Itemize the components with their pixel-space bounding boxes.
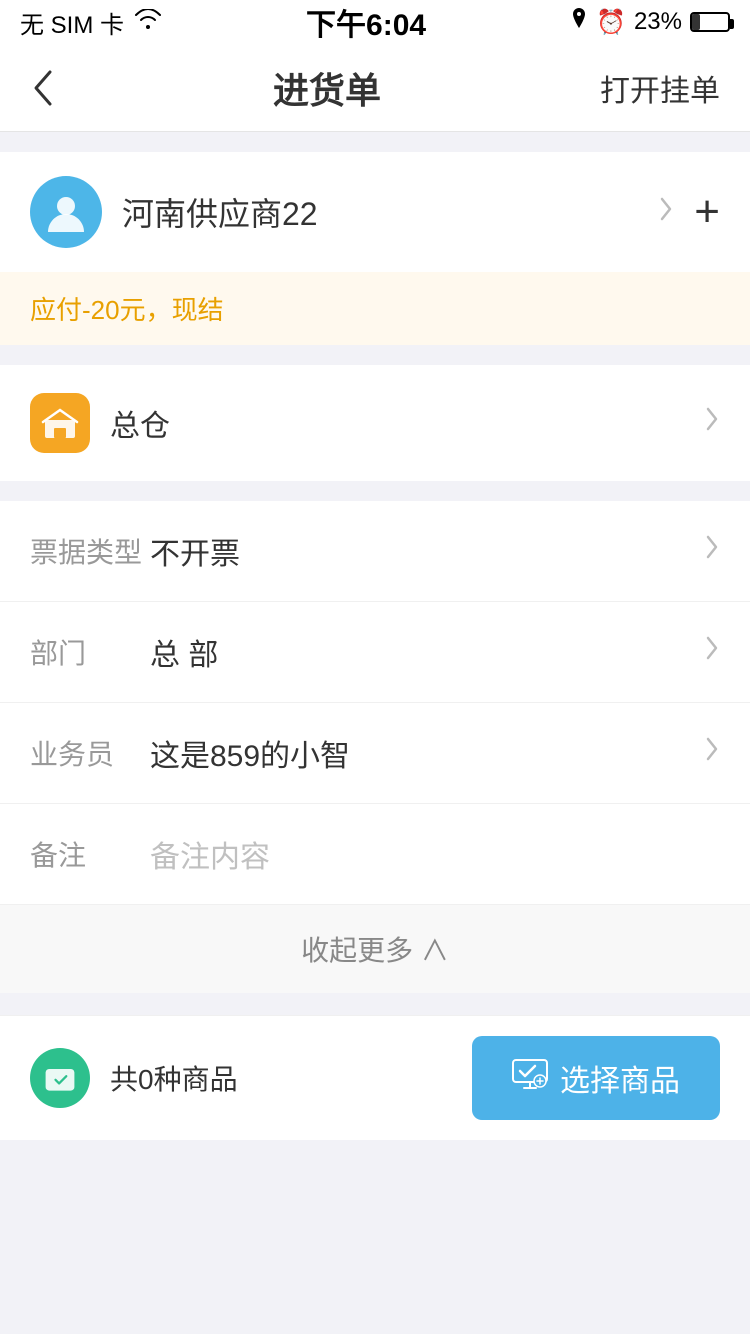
invoice-type-row[interactable]: 票据类型 不开票 <box>0 501 750 601</box>
supplier-row: 河南供应商22 + <box>0 152 750 272</box>
remark-label: 备注 <box>30 834 150 874</box>
bottom-bar: 共0种商品 选择商品 <box>0 1015 750 1140</box>
department-label: 部门 <box>30 632 150 672</box>
collapse-label: 收起更多 ∧ <box>301 929 449 969</box>
notice-bar: 应付-20元，现结 <box>0 272 750 345</box>
supplier-name[interactable]: 河南供应商22 <box>122 189 658 235</box>
department-chevron-icon <box>704 634 720 670</box>
salesperson-row[interactable]: 业务员 这是859的小智 <box>0 702 750 803</box>
department-value: 总 部 <box>150 630 704 674</box>
wifi-icon <box>134 8 162 36</box>
form-card: 票据类型 不开票 部门 总 部 业务员 这是859的小智 备注 备注内容 <box>0 501 750 993</box>
gap-2 <box>0 345 750 365</box>
product-count-label: 共0种商品 <box>110 1058 238 1098</box>
location-icon <box>570 8 588 37</box>
select-product-icon <box>512 1059 548 1097</box>
product-count-icon <box>30 1048 90 1108</box>
warehouse-card: 总仓 <box>0 365 750 481</box>
invoice-type-value: 不开票 <box>150 529 704 573</box>
salesperson-label: 业务员 <box>30 733 150 773</box>
gap-1 <box>0 132 750 152</box>
battery-percent: 23% <box>634 8 682 36</box>
product-count-area: 共0种商品 <box>30 1048 238 1108</box>
warehouse-name: 总仓 <box>110 401 704 445</box>
notice-text: 应付-20元，现结 <box>30 295 224 325</box>
gap-4 <box>0 993 750 1013</box>
invoice-chevron-icon <box>704 533 720 569</box>
select-product-label: 选择商品 <box>560 1056 680 1100</box>
status-bar-time: 下午6:04 <box>306 0 426 44</box>
status-bar: 无 SIM 卡 下午6:04 ⏰ 23% <box>0 0 750 44</box>
battery-icon <box>690 12 730 32</box>
open-pending-button[interactable]: 打开挂单 <box>600 66 720 110</box>
page-title: 进货单 <box>273 62 381 114</box>
warehouse-icon <box>30 393 90 453</box>
nav-bar: 进货单 打开挂单 <box>0 44 750 132</box>
carrier-text: 无 SIM 卡 <box>20 5 124 40</box>
remark-row[interactable]: 备注 备注内容 <box>0 803 750 904</box>
warehouse-row[interactable]: 总仓 <box>0 365 750 481</box>
status-bar-left: 无 SIM 卡 <box>20 5 162 40</box>
status-bar-right: ⏰ 23% <box>570 8 730 37</box>
warehouse-chevron-icon <box>704 405 720 441</box>
invoice-type-label: 票据类型 <box>30 531 150 571</box>
back-button[interactable] <box>30 68 54 108</box>
remark-input[interactable]: 备注内容 <box>150 832 720 876</box>
salesperson-chevron-icon <box>704 735 720 771</box>
alarm-icon: ⏰ <box>596 8 626 37</box>
supplier-card: 河南供应商22 + 应付-20元，现结 <box>0 152 750 345</box>
add-supplier-button[interactable]: + <box>694 187 720 237</box>
supplier-avatar <box>30 176 102 248</box>
select-product-button[interactable]: 选择商品 <box>472 1036 720 1120</box>
collapse-row[interactable]: 收起更多 ∧ <box>0 904 750 993</box>
supplier-chevron-icon <box>658 194 674 231</box>
salesperson-value: 这是859的小智 <box>150 731 704 775</box>
department-row[interactable]: 部门 总 部 <box>0 601 750 702</box>
gap-3 <box>0 481 750 501</box>
